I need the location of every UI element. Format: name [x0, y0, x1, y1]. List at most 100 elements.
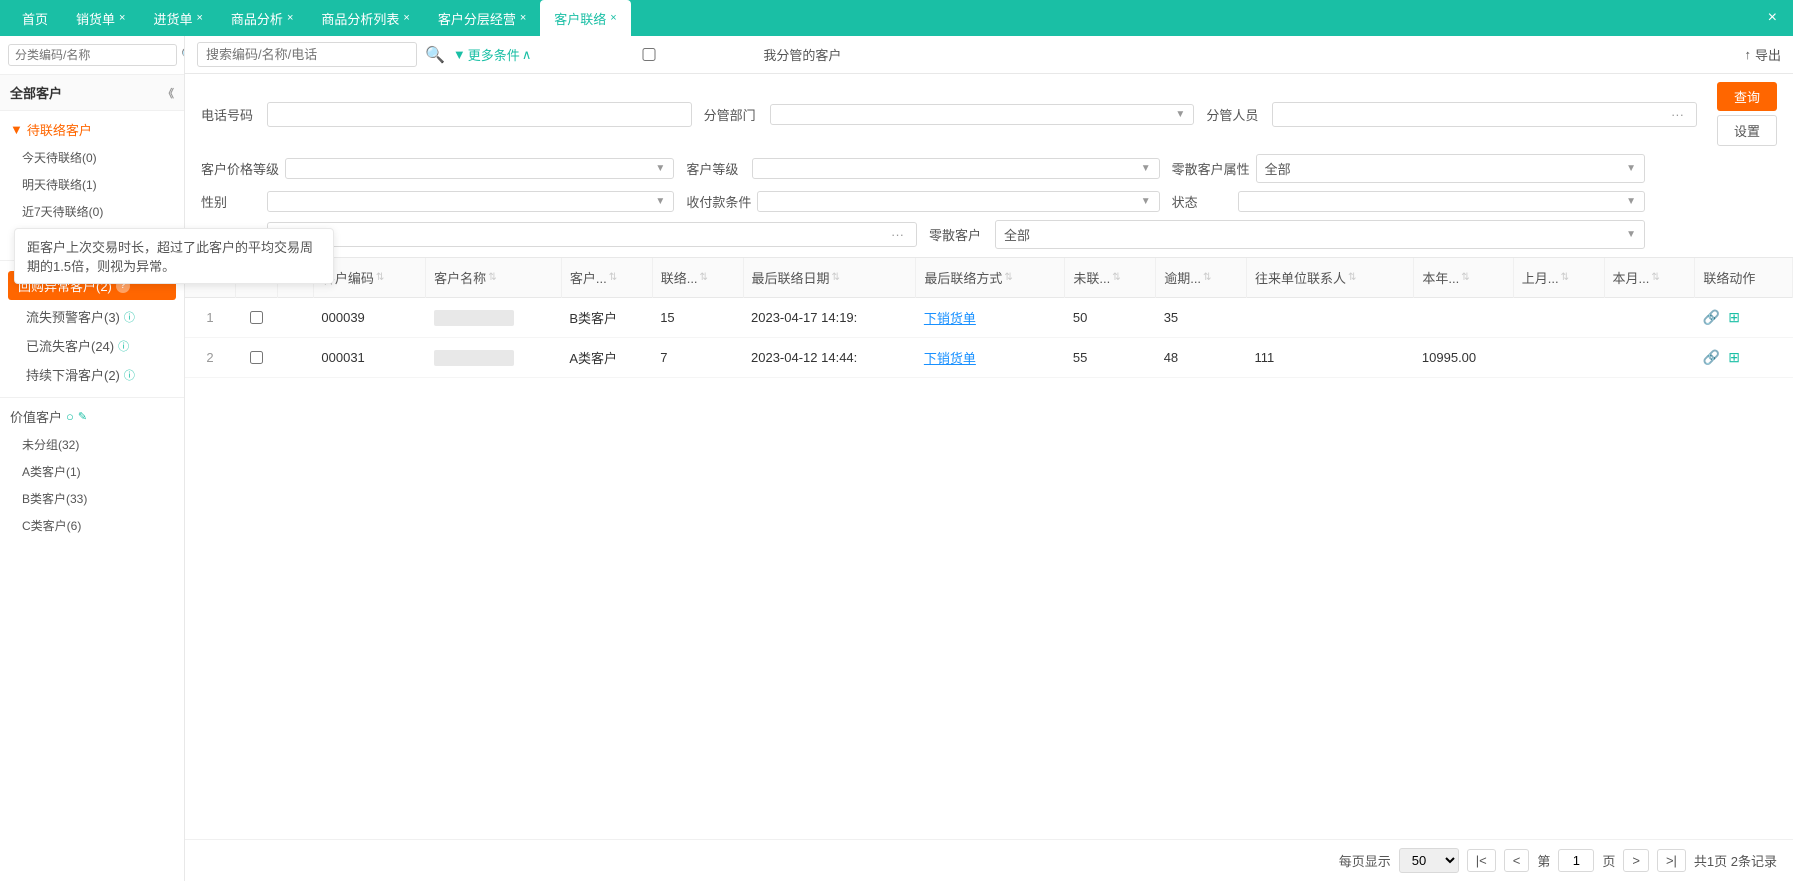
col-customer-type[interactable]: 客户... ⇅ [561, 258, 652, 298]
manager-dots[interactable]: ··· [1667, 107, 1688, 122]
sidebar-item-declining[interactable]: 持续下滑客户(2) ⓘ [4, 360, 180, 389]
col-contact-count[interactable]: 联络... ⇅ [652, 258, 743, 298]
my-customer-checkbox[interactable] [539, 48, 759, 61]
nav-product-analysis-list[interactable]: 商品分析列表 × [307, 0, 423, 36]
nav-customer-contact[interactable]: 客户联络 × [540, 0, 630, 36]
col-last-month[interactable]: 上月... ⇅ [1513, 258, 1604, 298]
price-level-label: 客户价格等级 [201, 159, 279, 178]
more-conditions-btn[interactable]: ▼ 更多条件 ∧ [453, 45, 531, 64]
sidebar-item-today[interactable]: 今天待联络(0) [0, 144, 184, 171]
nav-customer-tier-close[interactable]: × [520, 12, 526, 24]
query-btn[interactable]: 查询 [1717, 82, 1777, 111]
price-level-select[interactable]: ▼ [285, 158, 674, 179]
page-number-input[interactable] [1558, 849, 1594, 872]
customer-level-select[interactable]: ▼ [752, 158, 1159, 179]
row1-detail-icon[interactable]: ⊞ [1728, 309, 1740, 326]
sidebar-item-ungrouped[interactable]: 未分组(32) [0, 431, 184, 458]
nav-product-analysis[interactable]: 商品分析 × [217, 0, 307, 36]
all-customers-header[interactable]: 全部客户 《 [0, 75, 184, 111]
col-customer-name[interactable]: 客户名称 ⇅ [426, 258, 562, 298]
col-this-year[interactable]: 本年... ⇅ [1414, 258, 1513, 298]
churn-warning-info-icon[interactable]: ⓘ [124, 309, 135, 325]
col-overdue[interactable]: 逾期... ⇅ [1156, 258, 1247, 298]
value-group-edit2-icon[interactable]: ✎ [78, 410, 87, 423]
search-input[interactable] [197, 42, 417, 67]
sidebar-item-tomorrow[interactable]: 明天待联络(1) [0, 171, 184, 198]
first-page-btn[interactable]: |< [1467, 849, 1496, 872]
manager-select[interactable]: ··· [1272, 102, 1697, 127]
row2-last-method[interactable]: 下销货单 [916, 338, 1065, 378]
sidebar-search-area: 🔍 [0, 36, 184, 75]
nav-sales-order[interactable]: 销货单 × [62, 0, 139, 36]
sidebar-item-class-a[interactable]: A类客户(1) [0, 458, 184, 485]
retail-attr-select[interactable]: 全部 ▼ [1256, 154, 1645, 183]
row2-contact-icon[interactable]: 🔗 [1703, 349, 1720, 366]
nav-customer-tier[interactable]: 客户分层经营 × [424, 0, 540, 36]
filter-customer-level: 客户等级 ▼ [686, 158, 1159, 179]
col-action: 联络动作 [1695, 258, 1793, 298]
retail-customer-label: 零散客户 [929, 225, 989, 244]
row1-overdue: 35 [1156, 298, 1247, 338]
triangle-icon: ▼ [10, 122, 23, 137]
nav-product-analysis-close[interactable]: × [287, 12, 293, 24]
settings-btn[interactable]: 设置 [1717, 115, 1777, 146]
sort-date-icon: ⇅ [832, 272, 840, 283]
tooltip-text: 距客户上次交易时长，超过了此客户的平均交易周期的1.5倍，则视为异常。 [27, 240, 313, 274]
col-last-contact-method[interactable]: 最后联络方式 ⇅ [916, 258, 1065, 298]
main-layout: 🔍 全部客户 《 ▼ 待联络客户 今天待联络(0) 明天待联络(1) 近7天待联… [0, 36, 1793, 881]
col-last-contact-date[interactable]: 最后联络日期 ⇅ [743, 258, 916, 298]
table-row: 2 000031 A类客户 7 2023-04-12 14:44: [185, 338, 1793, 378]
churned-info-icon[interactable]: ⓘ [118, 338, 129, 354]
payment-label: 收付款条件 [686, 192, 751, 211]
row1-checkbox[interactable] [235, 298, 277, 338]
nav-sales-order-close[interactable]: × [119, 12, 125, 24]
last-page-btn[interactable]: >| [1657, 849, 1686, 872]
sidebar-item-churned[interactable]: 已流失客户(24) ⓘ [4, 331, 180, 360]
filter-dept: 分管部门 ▼ [704, 104, 1195, 125]
row2-detail-icon[interactable]: ⊞ [1728, 349, 1740, 366]
sidebar-item-class-c[interactable]: C类客户(6) [0, 512, 184, 539]
customer-type-select[interactable]: ··· [267, 222, 917, 247]
my-customer-checkbox-label[interactable]: 我分管的客户 [539, 45, 841, 64]
search-button[interactable]: 🔍 [425, 45, 445, 65]
export-btn[interactable]: ↑ 导出 [1744, 45, 1781, 64]
gender-select[interactable]: ▼ [267, 191, 674, 212]
sort-unit-icon: ⇅ [1348, 272, 1356, 283]
gender-label: 性别 [201, 192, 261, 211]
nav-purchase-order[interactable]: 进货单 × [139, 0, 216, 36]
customer-table: ⚙ 客户编码 ⇅ 客户名称 ⇅ [185, 258, 1793, 378]
payment-select[interactable]: ▼ [757, 191, 1159, 212]
nav-product-analysis-list-close[interactable]: × [403, 12, 409, 24]
dept-caret-icon: ▼ [1175, 109, 1185, 120]
row1-uncontacted: 50 [1065, 298, 1156, 338]
row1-name-blur [434, 310, 514, 326]
nav-purchase-order-close[interactable]: × [196, 12, 202, 24]
row1-last-method[interactable]: 下销货单 [916, 298, 1065, 338]
filter-row-2: 客户价格等级 ▼ 客户等级 ▼ 零散客户属性 全部 [201, 154, 1777, 183]
sidebar-item-7days[interactable]: 近7天待联络(0) [0, 198, 184, 225]
pending-contact-label[interactable]: ▼ 待联络客户 [0, 115, 184, 144]
col-unit-contact[interactable]: 往来单位联系人 ⇅ [1247, 258, 1414, 298]
status-select[interactable]: ▼ [1238, 191, 1645, 212]
col-this-month[interactable]: 本月... ⇅ [1604, 258, 1695, 298]
nav-customer-contact-close[interactable]: × [610, 12, 616, 24]
next-page-btn[interactable]: > [1623, 849, 1649, 872]
per-page-select[interactable]: 50 100 200 [1399, 848, 1459, 873]
retail-customer-select[interactable]: 全部 ▼ [995, 220, 1645, 249]
phone-input[interactable] [267, 102, 692, 127]
sidebar-item-churn-warning[interactable]: 流失预警客户(3) ⓘ [4, 302, 180, 331]
declining-info-icon[interactable]: ⓘ [124, 367, 135, 383]
window-close-btn[interactable]: × [1760, 9, 1785, 27]
nav-home[interactable]: 首页 [8, 0, 62, 36]
customer-type-dots[interactable]: ··· [887, 227, 908, 242]
row1-contact-icon[interactable]: 🔗 [1703, 309, 1720, 326]
sort-name-icon: ⇅ [488, 272, 496, 283]
sidebar-collapse-btn[interactable]: 《 [163, 85, 174, 101]
row2-checkbox[interactable] [235, 338, 277, 378]
dept-select[interactable]: ▼ [770, 104, 1195, 125]
value-group-edit-icon[interactable]: ○ [66, 409, 74, 424]
prev-page-btn[interactable]: < [1504, 849, 1530, 872]
col-uncontacted[interactable]: 未联... ⇅ [1065, 258, 1156, 298]
sidebar-item-class-b[interactable]: B类客户(33) [0, 485, 184, 512]
sidebar-search-input[interactable] [8, 44, 177, 66]
